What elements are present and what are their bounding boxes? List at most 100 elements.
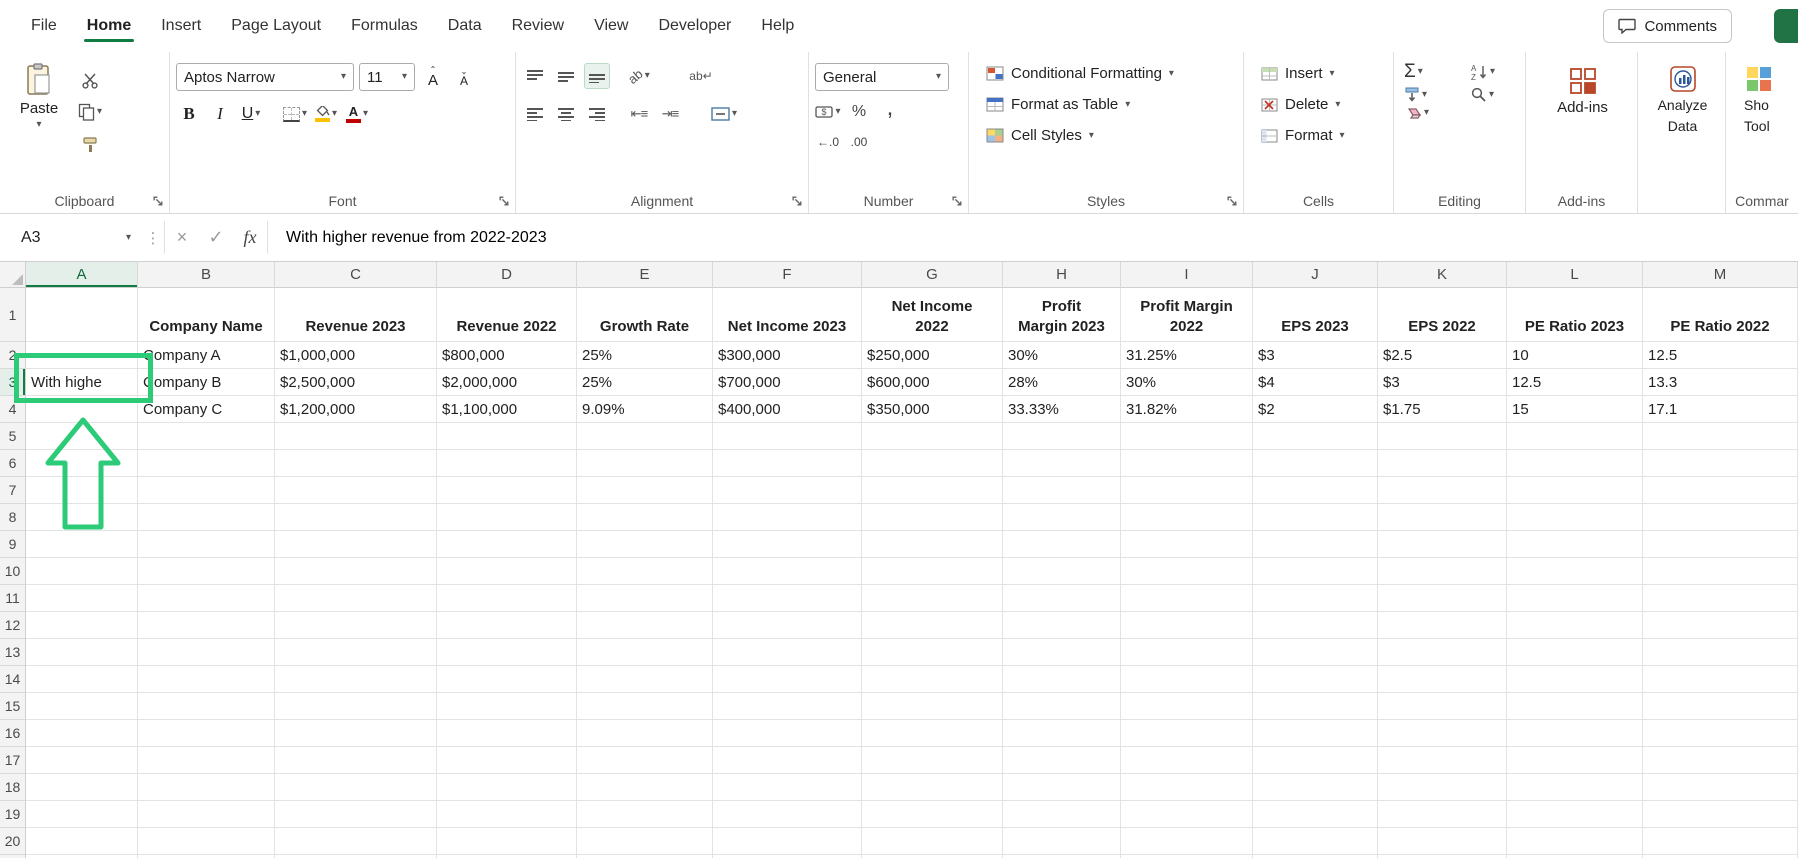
row-header-1[interactable]: 1 (0, 288, 26, 342)
cell-G11[interactable] (862, 585, 1003, 612)
cell-K2[interactable]: $2.5 (1378, 342, 1507, 369)
cell-K10[interactable] (1378, 558, 1507, 585)
row-header-5[interactable]: 5 (0, 423, 26, 450)
enter-button[interactable]: ✓ (199, 221, 233, 254)
cell-F14[interactable] (713, 666, 862, 693)
cell-K5[interactable] (1378, 423, 1507, 450)
cell-F1[interactable]: Net Income 2023 (713, 288, 862, 342)
cell-A15[interactable] (26, 693, 138, 720)
cell-G10[interactable] (862, 558, 1003, 585)
cell-A13[interactable] (26, 639, 138, 666)
tab-view[interactable]: View (579, 5, 643, 47)
cell-E19[interactable] (577, 801, 713, 828)
cell-J10[interactable] (1253, 558, 1378, 585)
cell-M11[interactable] (1643, 585, 1798, 612)
cell-F3[interactable]: $700,000 (713, 369, 862, 396)
font-size-select[interactable]: 11 ▾ (359, 63, 415, 91)
cell-F16[interactable] (713, 720, 862, 747)
row-header-17[interactable]: 17 (0, 747, 26, 774)
cell-I2[interactable]: 31.25% (1121, 342, 1253, 369)
cell-M8[interactable] (1643, 504, 1798, 531)
cell-styles-button[interactable]: Cell Styles ▾ (981, 120, 1239, 151)
cell-C3[interactable]: $2,500,000 (275, 369, 437, 396)
cell-F2[interactable]: $300,000 (713, 342, 862, 369)
cell-D14[interactable] (437, 666, 577, 693)
cell-A14[interactable] (26, 666, 138, 693)
cell-I6[interactable] (1121, 450, 1253, 477)
fill-color-button[interactable]: ▾ (313, 101, 339, 127)
cell-F19[interactable] (713, 801, 862, 828)
cell-M2[interactable]: 12.5 (1643, 342, 1798, 369)
align-top-button[interactable] (522, 63, 548, 89)
cell-C4[interactable]: $1,200,000 (275, 396, 437, 423)
cell-M19[interactable] (1643, 801, 1798, 828)
increase-font-size-button[interactable]: ⌃ A (420, 64, 446, 90)
cell-D2[interactable]: $800,000 (437, 342, 577, 369)
cell-H8[interactable] (1003, 504, 1121, 531)
col-header-I[interactable]: I (1121, 262, 1253, 288)
cell-J14[interactable] (1253, 666, 1378, 693)
cell-L3[interactable]: 12.5 (1507, 369, 1643, 396)
cell-M3[interactable]: 13.3 (1643, 369, 1798, 396)
cell-G4[interactable]: $350,000 (862, 396, 1003, 423)
cell-D19[interactable] (437, 801, 577, 828)
paste-button[interactable]: Paste ▾ (6, 63, 72, 130)
cell-I4[interactable]: 31.82% (1121, 396, 1253, 423)
insert-function-button[interactable]: fx (233, 221, 267, 254)
cell-I9[interactable] (1121, 531, 1253, 558)
cell-I8[interactable] (1121, 504, 1253, 531)
cell-A12[interactable] (26, 612, 138, 639)
cell-H1[interactable]: Profit Margin 2023 (1003, 288, 1121, 342)
cell-L8[interactable] (1507, 504, 1643, 531)
cell-E18[interactable] (577, 774, 713, 801)
cell-L1[interactable]: PE Ratio 2023 (1507, 288, 1643, 342)
cell-E7[interactable] (577, 477, 713, 504)
cell-K8[interactable] (1378, 504, 1507, 531)
cell-C17[interactable] (275, 747, 437, 774)
cell-G13[interactable] (862, 639, 1003, 666)
cell-F4[interactable]: $400,000 (713, 396, 862, 423)
cell-E1[interactable]: Growth Rate (577, 288, 713, 342)
percent-style-button[interactable]: % (846, 99, 872, 125)
sort-filter-button[interactable]: AZ ▾ (1470, 61, 1522, 83)
row-header-2[interactable]: 2 (0, 342, 26, 369)
cell-J15[interactable] (1253, 693, 1378, 720)
cell-M6[interactable] (1643, 450, 1798, 477)
cell-L16[interactable] (1507, 720, 1643, 747)
cell-L14[interactable] (1507, 666, 1643, 693)
cell-D3[interactable]: $2,000,000 (437, 369, 577, 396)
tab-home[interactable]: Home (72, 5, 146, 47)
cell-G16[interactable] (862, 720, 1003, 747)
cell-E13[interactable] (577, 639, 713, 666)
cell-A4[interactable] (26, 396, 138, 423)
cell-M1[interactable]: PE Ratio 2022 (1643, 288, 1798, 342)
tab-review[interactable]: Review (497, 5, 579, 47)
cell-K14[interactable] (1378, 666, 1507, 693)
cell-G20[interactable] (862, 828, 1003, 855)
cell-J4[interactable]: $2 (1253, 396, 1378, 423)
copy-button[interactable]: ▾ (77, 99, 103, 125)
cell-J7[interactable] (1253, 477, 1378, 504)
cell-A16[interactable] (26, 720, 138, 747)
cell-H13[interactable] (1003, 639, 1121, 666)
cell-I20[interactable] (1121, 828, 1253, 855)
row-header-6[interactable]: 6 (0, 450, 26, 477)
format-cells-button[interactable]: Format ▾ (1256, 120, 1389, 151)
cell-B12[interactable] (138, 612, 275, 639)
cell-J17[interactable] (1253, 747, 1378, 774)
cell-M14[interactable] (1643, 666, 1798, 693)
col-header-K[interactable]: K (1378, 262, 1507, 288)
cell-F18[interactable] (713, 774, 862, 801)
cell-C7[interactable] (275, 477, 437, 504)
cell-F10[interactable] (713, 558, 862, 585)
cell-F13[interactable] (713, 639, 862, 666)
cell-H18[interactable] (1003, 774, 1121, 801)
font-color-button[interactable]: A ▾ (344, 101, 370, 127)
borders-button[interactable]: ▾ (282, 101, 308, 127)
col-header-M[interactable]: M (1643, 262, 1798, 288)
cell-M20[interactable] (1643, 828, 1798, 855)
align-left-button[interactable] (522, 101, 548, 127)
cell-C8[interactable] (275, 504, 437, 531)
cancel-button[interactable]: × (165, 221, 199, 254)
cell-C15[interactable] (275, 693, 437, 720)
